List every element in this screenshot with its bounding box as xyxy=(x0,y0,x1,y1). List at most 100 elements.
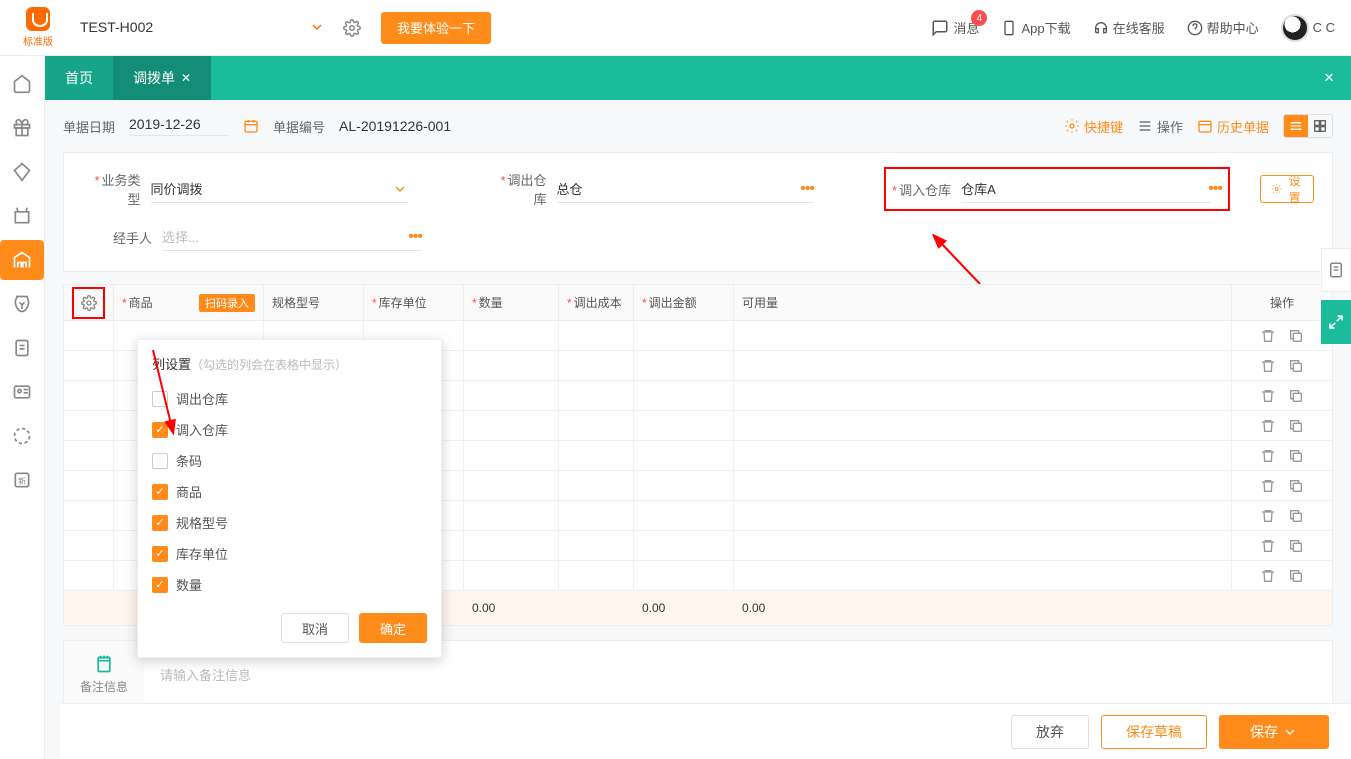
trial-button[interactable]: 我要体验一下 xyxy=(381,12,491,44)
close-icon[interactable]: ✕ xyxy=(181,71,191,85)
avatar xyxy=(1281,14,1309,42)
nav-tag[interactable] xyxy=(0,152,44,192)
no-value: AL-20191226-001 xyxy=(339,118,451,134)
more-icon: ••• xyxy=(408,228,422,246)
table-header: *商品扫码录入 规格型号 *库存单位 *数量 *调出成本 *调出金额 可用量 操… xyxy=(64,285,1332,321)
column-option[interactable]: ✓库存单位 xyxy=(152,538,431,569)
main-area: 首页 调拨单 ✕ ✕ 单据日期 2019-12-26 单据编号 AL-20191… xyxy=(45,56,1351,759)
app-logo[interactable]: 标准版 xyxy=(16,7,60,48)
save-button[interactable]: 保存 xyxy=(1219,715,1329,749)
view-toggle[interactable] xyxy=(1283,114,1333,138)
edition-label: 标准版 xyxy=(23,33,53,48)
service-link[interactable]: 在线客服 xyxy=(1093,18,1165,37)
calendar-icon[interactable] xyxy=(243,118,259,134)
messages-link[interactable]: 消息 4 xyxy=(931,18,979,37)
help-label: 帮助中心 xyxy=(1207,18,1259,37)
delete-icon[interactable] xyxy=(1260,388,1276,404)
chevron-down-icon xyxy=(392,181,408,197)
nav-home[interactable] xyxy=(0,64,44,104)
flame-icon xyxy=(26,7,50,31)
copy-icon[interactable] xyxy=(1288,478,1304,494)
delete-icon[interactable] xyxy=(1260,538,1276,554)
copy-icon[interactable] xyxy=(1288,388,1304,404)
download-label: App下载 xyxy=(1021,18,1070,37)
help-link[interactable]: 帮助中心 xyxy=(1187,18,1259,37)
copy-icon[interactable] xyxy=(1288,418,1304,434)
nav-clipboard[interactable] xyxy=(0,328,44,368)
column-option[interactable]: ✓数量 xyxy=(152,569,431,600)
tab-home[interactable]: 首页 xyxy=(45,56,113,100)
nav-warehouse[interactable] xyxy=(0,240,44,280)
service-label: 在线客服 xyxy=(1113,18,1165,37)
note-icon xyxy=(94,654,114,674)
copy-icon[interactable] xyxy=(1288,568,1304,584)
nav-id[interactable] xyxy=(0,372,44,412)
field-in-warehouse[interactable]: *调入仓库 仓库A ••• xyxy=(892,175,1222,203)
delete-icon[interactable] xyxy=(1260,328,1276,344)
gear-icon[interactable] xyxy=(343,19,361,37)
store-selector[interactable]: TEST-H002 xyxy=(80,12,325,44)
more-icon: ••• xyxy=(1208,180,1222,198)
column-option[interactable]: 调出仓库 xyxy=(152,383,431,414)
scan-badge[interactable]: 扫码录入 xyxy=(199,294,255,312)
column-option[interactable]: ✓商品 xyxy=(152,476,431,507)
tabs-bar: 首页 调拨单 ✕ ✕ xyxy=(45,56,1351,100)
popover-cancel-button[interactable]: 取消 xyxy=(281,613,349,643)
field-handler[interactable]: 经手人 选择... ••• xyxy=(96,223,422,251)
delete-icon[interactable] xyxy=(1260,568,1276,584)
tab-transfer[interactable]: 调拨单 ✕ xyxy=(113,56,211,100)
save-draft-button[interactable]: 保存草稿 xyxy=(1101,715,1207,749)
copy-icon[interactable] xyxy=(1288,328,1304,344)
rail-note-icon[interactable] xyxy=(1321,248,1351,292)
copy-icon[interactable] xyxy=(1288,358,1304,374)
user-menu[interactable]: C C xyxy=(1281,14,1335,42)
headset-icon xyxy=(1093,20,1109,36)
list-view-icon[interactable] xyxy=(1284,115,1308,137)
popover-ok-button[interactable]: 确定 xyxy=(359,613,427,643)
copy-icon[interactable] xyxy=(1288,508,1304,524)
rail-expand-icon[interactable] xyxy=(1321,300,1351,344)
column-settings-button[interactable] xyxy=(72,287,105,319)
settings-button[interactable]: 设置 xyxy=(1260,175,1314,203)
checkbox-icon: ✓ xyxy=(152,577,168,593)
sidebar: 新 xyxy=(0,56,45,759)
hotkey-link[interactable]: 快捷键 xyxy=(1064,117,1123,136)
column-option[interactable]: ✓调入仓库 xyxy=(152,414,431,445)
column-option[interactable]: 条码 xyxy=(152,445,431,476)
checkbox-icon: ✓ xyxy=(152,515,168,531)
close-all-tabs[interactable]: ✕ xyxy=(1307,56,1351,100)
top-header: 标准版 TEST-H002 我要体验一下 消息 4 App下载 在线客服 帮助中… xyxy=(0,0,1351,56)
nav-money[interactable] xyxy=(0,284,44,324)
delete-icon[interactable] xyxy=(1260,448,1276,464)
header-actions: 快捷键 操作 历史单据 xyxy=(1064,114,1333,138)
delete-icon[interactable] xyxy=(1260,358,1276,374)
nav-shop[interactable] xyxy=(0,196,44,236)
right-rail xyxy=(1321,248,1351,344)
discard-button[interactable]: 放弃 xyxy=(1011,715,1089,749)
nav-gift[interactable] xyxy=(0,108,44,148)
copy-icon[interactable] xyxy=(1288,538,1304,554)
checkbox-icon: ✓ xyxy=(152,484,168,500)
delete-icon[interactable] xyxy=(1260,478,1276,494)
no-label: 单据编号 xyxy=(273,117,325,136)
download-link[interactable]: App下载 xyxy=(1001,18,1070,37)
date-label: 单据日期 xyxy=(63,117,115,136)
delete-icon[interactable] xyxy=(1260,508,1276,524)
grid-view-icon[interactable] xyxy=(1308,115,1332,137)
ops-link[interactable]: 操作 xyxy=(1137,117,1183,136)
nav-new[interactable]: 新 xyxy=(0,460,44,500)
field-out-warehouse[interactable]: *调出仓库 总仓 ••• xyxy=(488,170,814,208)
field-biz-type[interactable]: *业务类型 同价调拨 xyxy=(82,170,408,208)
history-link[interactable]: 历史单据 xyxy=(1197,117,1269,136)
column-option[interactable]: 单位2 xyxy=(152,600,431,601)
nav-loading[interactable] xyxy=(0,416,44,456)
date-value[interactable]: 2019-12-26 xyxy=(129,116,229,136)
remark-label-area: 备注信息 xyxy=(64,641,144,707)
copy-icon[interactable] xyxy=(1288,448,1304,464)
header-right: 消息 4 App下载 在线客服 帮助中心 C C xyxy=(931,14,1335,42)
column-option[interactable]: ✓规格型号 xyxy=(152,507,431,538)
delete-icon[interactable] xyxy=(1260,418,1276,434)
user-name: C C xyxy=(1313,20,1335,35)
more-icon: ••• xyxy=(800,180,814,198)
phone-icon xyxy=(1001,20,1017,36)
